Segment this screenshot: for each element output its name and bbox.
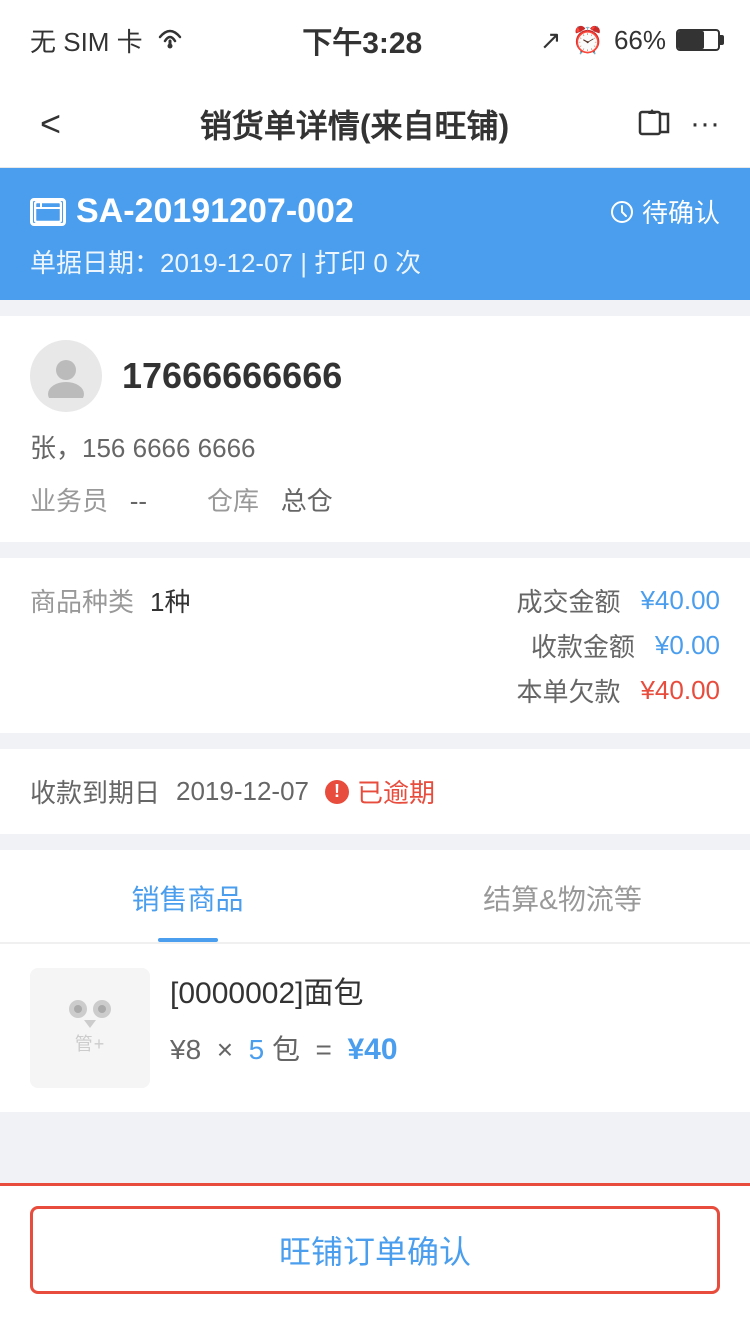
owed-amount: 本单欠款 ¥40.00 xyxy=(516,672,720,709)
amounts: 成交金额 ¥40.00 收款金额 ¥0.00 本单欠款 ¥40.00 xyxy=(516,582,720,709)
nav-bar: < 销货单详情(来自旺铺) ··· xyxy=(0,80,750,168)
stats-row: 商品种类 1种 成交金额 ¥40.00 收款金额 ¥0.00 本单欠款 ¥40.… xyxy=(30,582,720,709)
deal-amount: 成交金额 ¥40.00 xyxy=(516,582,720,619)
tabs-row: 销售商品 结算&物流等 xyxy=(0,850,750,944)
warehouse-label: 仓库 xyxy=(207,486,259,516)
customer-meta: 业务员 -- 仓库 总仓 xyxy=(30,481,720,518)
page-title: 销货单详情(来自旺铺) xyxy=(200,101,509,147)
wifi-icon xyxy=(155,25,185,56)
back-button[interactable]: < xyxy=(30,93,71,155)
carrier-text: 无 SIM 卡 xyxy=(30,22,143,59)
customer-section: 17666666666 张，156 6666 6666 业务员 -- 仓库 总仓 xyxy=(0,316,750,542)
order-icon xyxy=(30,198,66,226)
confirm-order-button[interactable]: 旺铺订单确认 xyxy=(30,1206,720,1294)
customer-phone: 17666666666 xyxy=(122,355,342,397)
owl-text: 管+ xyxy=(75,1030,106,1056)
order-id-row: SA-20191207-002 待确认 xyxy=(30,192,720,231)
product-item: 管+ [0000002]面包 ¥8 × 5 包 = ¥40 xyxy=(30,968,720,1088)
product-type: 商品种类 1种 xyxy=(30,582,190,619)
product-price: ¥8 × 5 包 = ¥40 xyxy=(170,1028,720,1068)
product-section: 管+ [0000002]面包 ¥8 × 5 包 = ¥40 xyxy=(0,944,750,1112)
received-value: ¥0.00 xyxy=(655,630,720,661)
overdue-badge: ! 已逾期 xyxy=(325,773,435,810)
share-icon[interactable] xyxy=(638,104,670,144)
warehouse-value: 总仓 xyxy=(281,486,333,516)
received-label: 收款金额 xyxy=(531,627,635,664)
product-name: [0000002]面包 xyxy=(170,968,720,1012)
location-icon: ↗ xyxy=(540,25,562,56)
received-amount: 收款金额 ¥0.00 xyxy=(531,627,720,664)
alarm-icon: ⏰ xyxy=(572,25,604,56)
tab-settlement[interactable]: 结算&物流等 xyxy=(375,850,750,942)
due-section: 收款到期日 2019-12-07 ! 已逾期 xyxy=(0,749,750,834)
deal-amount-value: ¥40.00 xyxy=(640,585,720,616)
tabs-section: 销售商品 结算&物流等 xyxy=(0,850,750,944)
product-info: [0000002]面包 ¥8 × 5 包 = ¥40 xyxy=(170,968,720,1068)
order-header: SA-20191207-002 待确认 单据日期：2019-12-07 | 打印… xyxy=(0,168,750,300)
tab-sales-products[interactable]: 销售商品 xyxy=(0,850,375,942)
salesperson-label: 业务员 xyxy=(30,486,108,516)
order-status: 待确认 xyxy=(610,193,720,230)
owl-beak-icon xyxy=(84,1020,96,1028)
due-date: 2019-12-07 xyxy=(176,776,309,807)
due-label: 收款到期日 xyxy=(30,773,160,810)
battery-text: 66% xyxy=(614,25,666,56)
status-bar: 无 SIM 卡 下午3:28 ↗ ⏰ 66% xyxy=(0,0,750,80)
more-icon[interactable]: ··· xyxy=(690,107,720,141)
product-qty: 5 xyxy=(249,1034,265,1065)
nav-actions: ··· xyxy=(638,104,720,144)
status-time: 下午3:28 xyxy=(302,18,422,62)
owed-label: 本单欠款 xyxy=(516,672,620,709)
status-right: ↗ ⏰ 66% xyxy=(540,25,720,56)
stats-section: 商品种类 1种 成交金额 ¥40.00 收款金额 ¥0.00 本单欠款 ¥40.… xyxy=(0,558,750,733)
product-image: 管+ xyxy=(30,968,150,1088)
product-type-label: 商品种类 xyxy=(30,582,134,619)
status-left: 无 SIM 卡 xyxy=(30,22,185,59)
product-total: ¥40 xyxy=(347,1033,397,1066)
confirm-button-wrap: 旺铺订单确认 xyxy=(0,1183,750,1334)
product-type-value: 1种 xyxy=(150,582,190,619)
owed-value: ¥40.00 xyxy=(640,675,720,706)
deal-amount-label: 成交金额 xyxy=(516,582,620,619)
customer-row: 17666666666 xyxy=(30,340,720,412)
battery-icon xyxy=(676,29,720,51)
overdue-text: 已逾期 xyxy=(357,773,435,810)
owl-eye-right xyxy=(93,1000,111,1018)
overdue-dot-icon: ! xyxy=(325,780,349,804)
owl-eye-left xyxy=(69,1000,87,1018)
customer-name: 张，156 6666 6666 xyxy=(30,428,720,465)
order-date: 单据日期：2019-12-07 | 打印 0 次 xyxy=(30,243,720,280)
tab-underline xyxy=(158,938,218,942)
owl-eyes xyxy=(69,1000,111,1018)
avatar xyxy=(30,340,102,412)
order-id: SA-20191207-002 xyxy=(30,192,354,231)
salesperson-value: -- xyxy=(130,486,147,516)
product-logo: 管+ xyxy=(69,1000,111,1056)
